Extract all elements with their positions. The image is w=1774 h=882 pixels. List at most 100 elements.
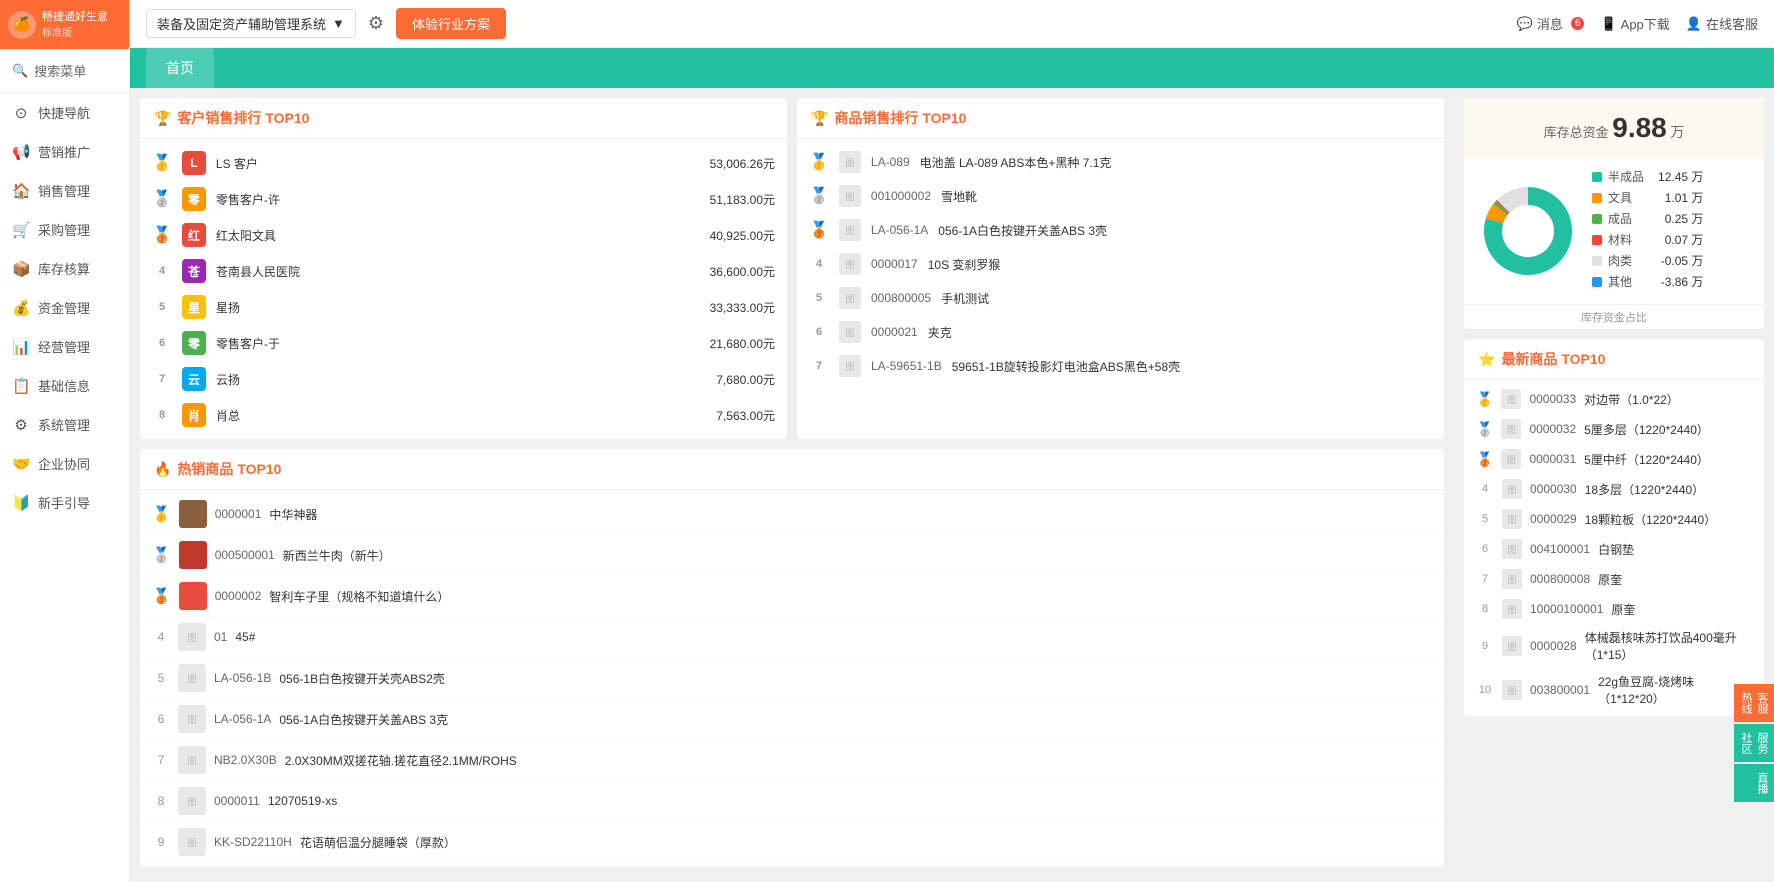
- rank-number: 8: [152, 405, 172, 425]
- legend-value: 1.01 万: [1665, 189, 1704, 206]
- medal-icon: 🥇: [152, 153, 172, 173]
- customer-badge: 红: [182, 223, 206, 247]
- sidebar-item-enterprise[interactable]: 🤝企业协同: [0, 444, 129, 483]
- inventory-label: 库存总资金: [1544, 125, 1609, 140]
- tab-home[interactable]: 首页: [146, 48, 214, 88]
- message-button[interactable]: 💬 消息 6: [1517, 14, 1585, 33]
- product-code: 0000017: [871, 257, 918, 271]
- new-product-image: 图: [1502, 569, 1522, 589]
- online-service-button[interactable]: 👤 在线客服: [1686, 14, 1758, 33]
- page-tabs: 首页: [130, 48, 1774, 88]
- customer-badge: 云: [182, 367, 206, 391]
- customer-badge: 星: [182, 295, 206, 319]
- nav-label-enterprise: 企业协同: [38, 454, 90, 473]
- hot-product-name: 056-1B白色按键开关壳ABS2壳: [279, 670, 1432, 687]
- sidebar-item-system[interactable]: ⚙系统管理: [0, 405, 129, 444]
- sidebar-item-basic-info[interactable]: 📋基础信息: [0, 366, 129, 405]
- product-name: 电池盖 LA-089 ABS本色+黑种 7.1克: [920, 154, 1432, 171]
- hot-product-code: 01: [214, 630, 227, 644]
- search-menu-button[interactable]: 🔍 搜索菜单: [8, 57, 121, 84]
- nav-label-inventory: 库存核算: [38, 259, 90, 278]
- rank-number: 4: [152, 261, 172, 281]
- rank-number: 6: [152, 333, 172, 353]
- list-item: 5 图 0000029 18颗粒板（1220*2440）: [1464, 504, 1764, 534]
- product-code: 0000021: [871, 325, 918, 339]
- new-product-code: 0000032: [1529, 422, 1576, 436]
- customer-badge: 苍: [182, 259, 206, 283]
- hot-product-image: [179, 500, 207, 528]
- new-product-image: 图: [1502, 599, 1522, 619]
- new-products-card: ⭐ 最新商品 TOP10 🥇 图 0000033 对边带（1.0*22） 🥈 图…: [1464, 339, 1764, 716]
- support-hotline-button[interactable]: 客服热线: [1734, 684, 1774, 722]
- list-item: 🥇 图 0000033 对边带（1.0*22）: [1464, 384, 1764, 414]
- customer-amount: 51,183.00元: [710, 191, 775, 208]
- sidebar-item-inventory[interactable]: 📦库存核算: [0, 249, 129, 288]
- list-item: 6 图 0000021 夹克: [797, 315, 1444, 349]
- nav-icon-purchase: 🛒: [12, 221, 30, 239]
- nav-icon-marketing: 📢: [12, 143, 30, 161]
- legend-label: 肉类: [1608, 252, 1647, 269]
- legend-color: [1592, 277, 1602, 287]
- hot-product-code: NB2.0X30B: [214, 753, 277, 767]
- hot-product-code: LA-056-1B: [214, 671, 271, 685]
- rank-number: 6: [809, 322, 829, 342]
- product-rank-header: 🏆 商品销售排行 TOP10: [797, 98, 1444, 139]
- ranking-section: 🏆 客户销售排行 TOP10 🥇 L LS 客户 53,006.26元 🥈 零 …: [140, 98, 1444, 439]
- rank-number: 10: [1476, 681, 1494, 699]
- new-product-image: 图: [1501, 419, 1521, 439]
- hot-product-image: 图: [178, 787, 206, 815]
- hot-products-title: 热销商品 TOP10: [177, 459, 281, 479]
- list-item: 4 图 0000030 18多层（1220*2440）: [1464, 474, 1764, 504]
- customer-amount: 21,680.00元: [710, 335, 775, 352]
- customer-amount: 36,600.00元: [710, 263, 775, 280]
- sidebar-item-marketing[interactable]: 📢营销推广: [0, 132, 129, 171]
- new-product-name: 对边带（1.0*22）: [1584, 391, 1679, 408]
- nav-label-system: 系统管理: [38, 415, 90, 434]
- star-icon: ⭐: [1478, 351, 1495, 368]
- medal-icon: 🥈: [809, 186, 829, 206]
- hot-product-image: 图: [178, 623, 206, 651]
- system-selector[interactable]: 装备及固定资产辅助管理系统 ▼: [146, 9, 356, 38]
- nav-icon-guide: 🔰: [12, 494, 30, 512]
- product-name: 手机测试: [941, 290, 1432, 307]
- rank-number: 9: [152, 835, 170, 849]
- sidebar-item-sales[interactable]: 🏠销售管理: [0, 171, 129, 210]
- support-community-button[interactable]: 服务社区: [1734, 724, 1774, 762]
- product-code: LA-59651-1B: [871, 359, 942, 373]
- legend-label: 其他: [1608, 273, 1647, 290]
- hot-product-code: 0000002: [215, 589, 262, 603]
- nav-label-basic-info: 基础信息: [38, 376, 90, 395]
- support-live-button[interactable]: 直播: [1734, 764, 1774, 802]
- product-image: 图: [839, 151, 861, 173]
- medal-icon: 🥉: [152, 225, 172, 245]
- product-image: 图: [839, 185, 861, 207]
- sidebar: 🍊 畅捷通好生意 标准版 🔍 搜索菜单 ⊙快捷导航📢营销推广🏠销售管理🛒采购管理…: [0, 0, 130, 882]
- customer-rank-list: 🥇 L LS 客户 53,006.26元 🥈 零 零售客户-许 51,183.0…: [140, 139, 787, 439]
- medal-icon: 🥈: [152, 546, 171, 564]
- customer-amount: 7,563.00元: [716, 407, 775, 424]
- list-item: 8 图 10000100001 原奎: [1464, 594, 1764, 624]
- product-name: 雪地靴: [941, 188, 1432, 205]
- trial-button[interactable]: 体验行业方案: [396, 8, 506, 39]
- sidebar-item-finance[interactable]: 💰资金管理: [0, 288, 129, 327]
- nav-label-quick-nav: 快捷导航: [38, 103, 90, 122]
- hot-product-name: 中华神器: [269, 506, 1432, 523]
- content-area: 🏆 客户销售排行 TOP10 🥇 L LS 客户 53,006.26元 🥈 零 …: [130, 88, 1774, 882]
- nav-list: ⊙快捷导航📢营销推广🏠销售管理🛒采购管理📦库存核算💰资金管理📊经营管理📋基础信息…: [0, 93, 129, 522]
- settings-button[interactable]: ⚙: [368, 13, 384, 34]
- rank-number: 9: [1476, 637, 1494, 655]
- rank-number: 4: [809, 254, 829, 274]
- app-download-button[interactable]: 📱 App下载: [1600, 14, 1669, 33]
- new-product-code: 004100001: [1530, 542, 1590, 556]
- sidebar-item-quick-nav[interactable]: ⊙快捷导航: [0, 93, 129, 132]
- sidebar-item-guide[interactable]: 🔰新手引导: [0, 483, 129, 522]
- hot-product-name: 花语萌侣温分腿睡袋（厚款）: [300, 834, 1432, 851]
- sidebar-item-purchase[interactable]: 🛒采购管理: [0, 210, 129, 249]
- customer-name: 零售客户-许: [216, 191, 700, 208]
- phone-icon: 📱: [1600, 16, 1616, 32]
- new-products-list: 🥇 图 0000033 对边带（1.0*22） 🥈 图 0000032 5厘多层…: [1464, 380, 1764, 716]
- legend-color: [1592, 214, 1602, 224]
- sidebar-item-operations[interactable]: 📊经营管理: [0, 327, 129, 366]
- list-item: 7 图 LA-59651-1B 59651-1B旋转投影灯电池盒ABS黑色+58…: [797, 349, 1444, 383]
- logo-sub: 标准版: [42, 24, 108, 39]
